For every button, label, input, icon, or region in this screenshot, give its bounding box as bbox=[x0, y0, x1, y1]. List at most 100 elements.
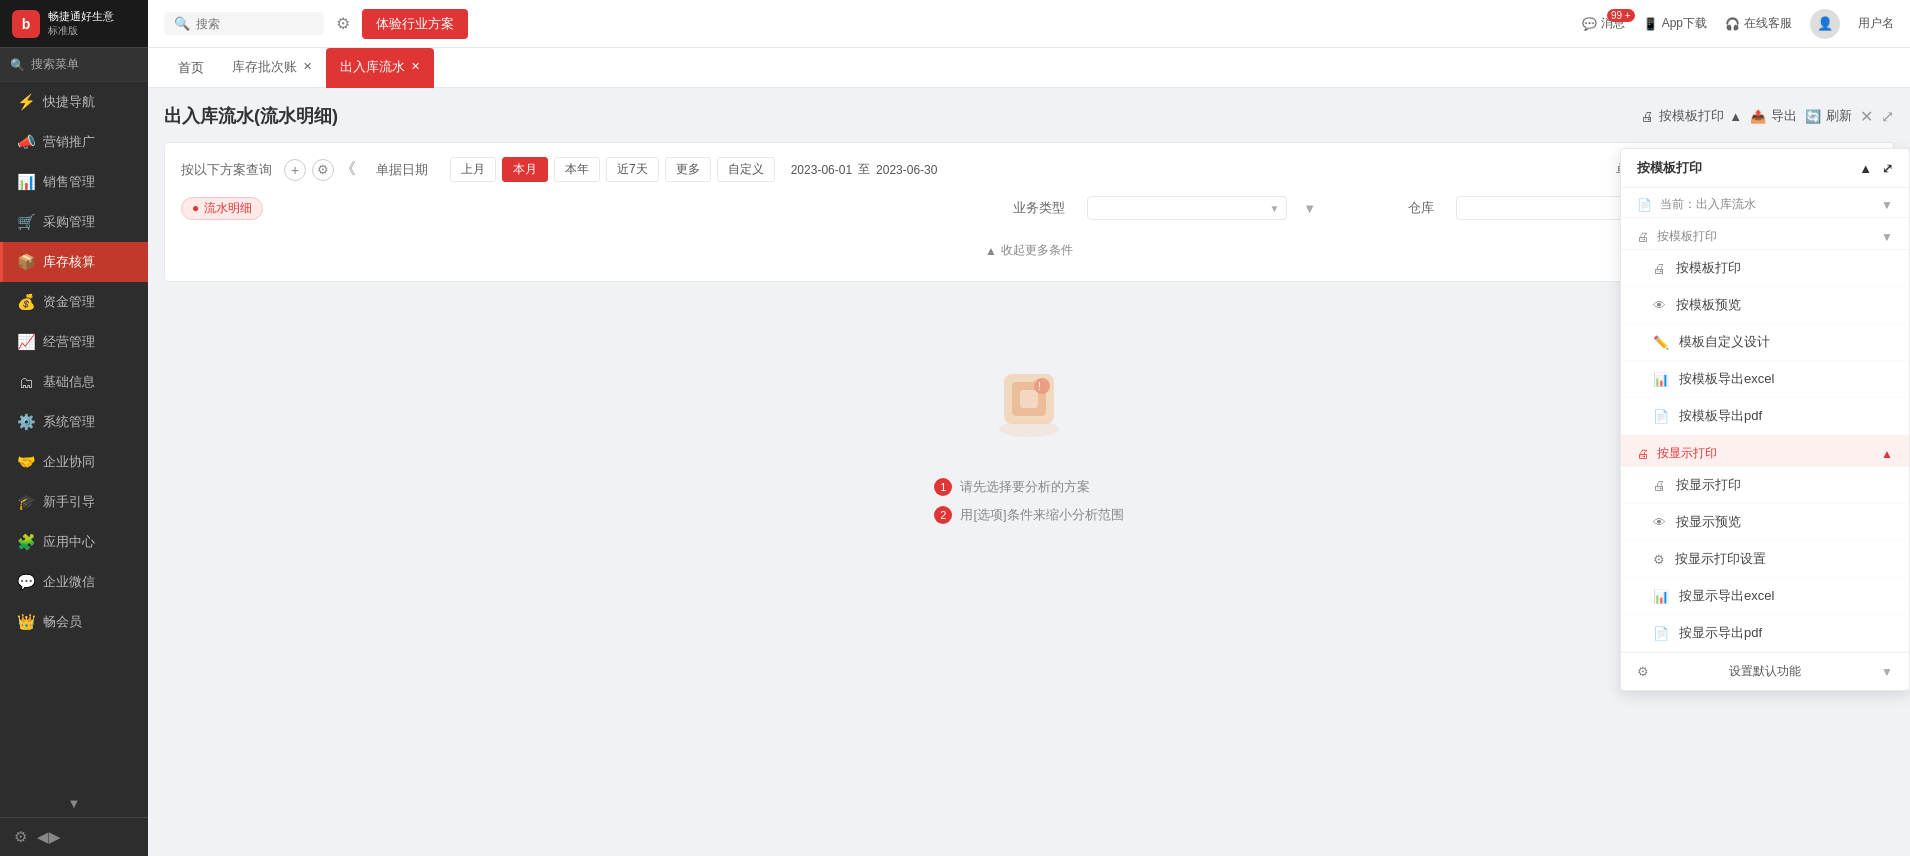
dropdown-item-label: 按模板预览 bbox=[1676, 296, 1741, 314]
topbar-search-box[interactable]: 🔍 bbox=[164, 12, 324, 35]
tab-flow[interactable]: 出入库流水 ✕ bbox=[326, 48, 434, 88]
industry-solution-button[interactable]: 体验行业方案 bbox=[362, 9, 468, 39]
sidebar: b 畅捷通好生意 标准版 🔍 搜索菜单 ⚡ 快捷导航 📣 营销推广 📊 销售管理… bbox=[0, 0, 148, 856]
display-pdf-icon: 📄 bbox=[1653, 626, 1669, 641]
sidebar-item-basic[interactable]: 🗂 基础信息 bbox=[0, 362, 148, 402]
logo-icon: b bbox=[12, 10, 40, 38]
online-service-button[interactable]: 🎧 在线客服 bbox=[1725, 15, 1792, 32]
sidebar-item-system[interactable]: ⚙️ 系统管理 bbox=[0, 402, 148, 442]
sidebar-item-inventory[interactable]: 📦 库存核算 bbox=[0, 242, 148, 282]
operations-icon: 📈 bbox=[17, 333, 35, 351]
search-icon: 🔍 bbox=[10, 58, 25, 72]
date-range-start: 2023-06-01 bbox=[791, 163, 852, 177]
dropdown-item-display-print-settings[interactable]: ⚙ 按显示打印设置 bbox=[1621, 541, 1909, 578]
members-icon: 👑 bbox=[17, 613, 35, 631]
filter-collapse-button[interactable]: 《 bbox=[340, 159, 356, 180]
headset-icon: 🎧 bbox=[1725, 17, 1740, 31]
footer-label[interactable]: 设置默认功能 bbox=[1729, 663, 1801, 680]
sidebar-item-marketing[interactable]: 📣 营销推广 bbox=[0, 122, 148, 162]
avatar[interactable]: 👤 bbox=[1810, 9, 1840, 39]
filter-settings-button[interactable]: ⚙ bbox=[312, 159, 334, 181]
dropdown-header-icons: ▲ ⤢ bbox=[1859, 161, 1893, 176]
sidebar-item-quick-nav[interactable]: ⚡ 快捷导航 bbox=[0, 82, 148, 122]
dropdown-item-template-print[interactable]: 🖨 按模板打印 bbox=[1621, 250, 1909, 287]
refresh-button[interactable]: 🔄 刷新 bbox=[1805, 107, 1852, 125]
display-section-toggle[interactable]: ▲ bbox=[1881, 447, 1893, 461]
sidebar-item-sales[interactable]: 📊 销售管理 bbox=[0, 162, 148, 202]
sidebar-item-label: 应用中心 bbox=[43, 533, 95, 551]
dropdown-item-display-preview[interactable]: 👁 按显示预览 bbox=[1621, 504, 1909, 541]
topbar-gear-icon[interactable]: ⚙ bbox=[336, 14, 350, 33]
business-type-dropdown-icon[interactable]: ▼ bbox=[1303, 201, 1316, 216]
tab-batch-close-icon[interactable]: ✕ bbox=[303, 60, 312, 73]
date-tag-more[interactable]: 更多 bbox=[665, 157, 711, 182]
notification-button[interactable]: 💬 消息 99 + bbox=[1582, 15, 1625, 32]
export-icon: 📤 bbox=[1750, 109, 1766, 124]
dropdown-panel: 按模板打印 ▲ ⤢ 📄 当前：出入库流水 ▼ 🖨 按模板打印 bbox=[1620, 148, 1910, 691]
dropdown-item-display-print[interactable]: 🖨 按显示打印 bbox=[1621, 467, 1909, 504]
sidebar-item-enterprise[interactable]: 🤝 企业协同 bbox=[0, 442, 148, 482]
template-section-toggle[interactable]: ▼ bbox=[1881, 230, 1893, 244]
filter-add-button[interactable]: + bbox=[284, 159, 306, 181]
sidebar-item-enterprise-wechat[interactable]: 💬 企业微信 bbox=[0, 562, 148, 602]
username-label[interactable]: 用户名 bbox=[1858, 15, 1894, 32]
export-button[interactable]: 📤 导出 bbox=[1750, 107, 1797, 125]
sidebar-search-label: 搜索菜单 bbox=[31, 56, 79, 73]
sidebar-item-members[interactable]: 👑 畅会员 bbox=[0, 602, 148, 642]
tab-home[interactable]: 首页 bbox=[164, 48, 218, 88]
sidebar-scroll-down[interactable]: ▼ bbox=[0, 790, 148, 817]
sidebar-item-label: 库存核算 bbox=[43, 253, 95, 271]
date-tag-7days[interactable]: 近7天 bbox=[606, 157, 659, 182]
tab-batch[interactable]: 库存批次账 ✕ bbox=[218, 48, 326, 88]
current-icon: 📄 bbox=[1637, 198, 1652, 212]
app-center-icon: 🧩 bbox=[17, 533, 35, 551]
enterprise-icon: 🤝 bbox=[17, 453, 35, 471]
collapse-sidebar-icon[interactable]: ◀▶ bbox=[37, 828, 61, 846]
guide-icon: 🎓 bbox=[17, 493, 35, 511]
tip-num-1: 1 bbox=[934, 478, 952, 496]
svg-point-4 bbox=[1034, 378, 1050, 394]
dropdown-item-template-export-excel[interactable]: 📊 按模板导出excel bbox=[1621, 361, 1909, 398]
date-tag-this-year[interactable]: 本年 bbox=[554, 157, 600, 182]
current-section-toggle[interactable]: ▼ bbox=[1881, 198, 1893, 212]
sidebar-item-label: 营销推广 bbox=[43, 133, 95, 151]
dropdown-header-title: 按模板打印 bbox=[1637, 159, 1702, 177]
flow-type-tag[interactable]: ● 流水明细 bbox=[181, 197, 263, 220]
sidebar-search[interactable]: 🔍 搜索菜单 bbox=[0, 48, 148, 82]
display-excel-icon: 📊 bbox=[1653, 589, 1669, 604]
date-tag-last-month[interactable]: 上月 bbox=[450, 157, 496, 182]
dropdown-item-display-export-excel[interactable]: 📊 按显示导出excel bbox=[1621, 578, 1909, 615]
template-print-button[interactable]: 🖨 按模板打印 ▲ bbox=[1641, 107, 1742, 125]
dropdown-expand-icon[interactable]: ⤢ bbox=[1882, 161, 1893, 176]
footer-toggle[interactable]: ▼ bbox=[1881, 665, 1893, 679]
sidebar-item-finance[interactable]: 💰 资金管理 bbox=[0, 282, 148, 322]
tabs-bar: 首页 库存批次账 ✕ 出入库流水 ✕ bbox=[148, 48, 1910, 88]
search-input[interactable] bbox=[196, 17, 296, 31]
collapse-more-label: 收起更多条件 bbox=[1001, 242, 1073, 259]
dropdown-item-template-customize[interactable]: ✏️ 模板自定义设计 bbox=[1621, 324, 1909, 361]
app-download-button[interactable]: 📱 App下载 bbox=[1643, 15, 1707, 32]
dropdown-item-template-export-pdf[interactable]: 📄 按模板导出pdf bbox=[1621, 398, 1909, 435]
page-close-button[interactable]: ✕ bbox=[1860, 107, 1873, 126]
date-tag-this-month[interactable]: 本月 bbox=[502, 157, 548, 182]
business-type-select[interactable] bbox=[1087, 196, 1287, 220]
sidebar-item-purchase[interactable]: 🛒 采购管理 bbox=[0, 202, 148, 242]
date-tag-group: 上月 本月 本年 近7天 更多 自定义 bbox=[450, 157, 775, 182]
sidebar-item-app-center[interactable]: 🧩 应用中心 bbox=[0, 522, 148, 562]
sidebar-item-label: 资金管理 bbox=[43, 293, 95, 311]
dropdown-chevron-up-icon[interactable]: ▲ bbox=[1859, 161, 1872, 176]
display-preview-icon: 👁 bbox=[1653, 515, 1666, 530]
print-icon: 🖨 bbox=[1653, 261, 1666, 276]
tab-flow-close-icon[interactable]: ✕ bbox=[411, 60, 420, 73]
sidebar-item-guide[interactable]: 🎓 新手引导 bbox=[0, 482, 148, 522]
page-expand-button[interactable]: ⤢ bbox=[1881, 107, 1894, 126]
sidebar-item-operations[interactable]: 📈 经营管理 bbox=[0, 322, 148, 362]
dropdown-item-template-preview[interactable]: 👁 按模板预览 bbox=[1621, 287, 1909, 324]
flow-type-label: 流水明细 bbox=[204, 200, 252, 217]
settings-icon[interactable]: ⚙ bbox=[14, 828, 27, 846]
marketing-icon: 📣 bbox=[17, 133, 35, 151]
dropdown-item-display-export-pdf[interactable]: 📄 按显示导出pdf bbox=[1621, 615, 1909, 652]
sidebar-item-label: 企业微信 bbox=[43, 573, 95, 591]
date-tag-custom[interactable]: 自定义 bbox=[717, 157, 775, 182]
template-print-section-icon: 🖨 bbox=[1637, 230, 1649, 244]
